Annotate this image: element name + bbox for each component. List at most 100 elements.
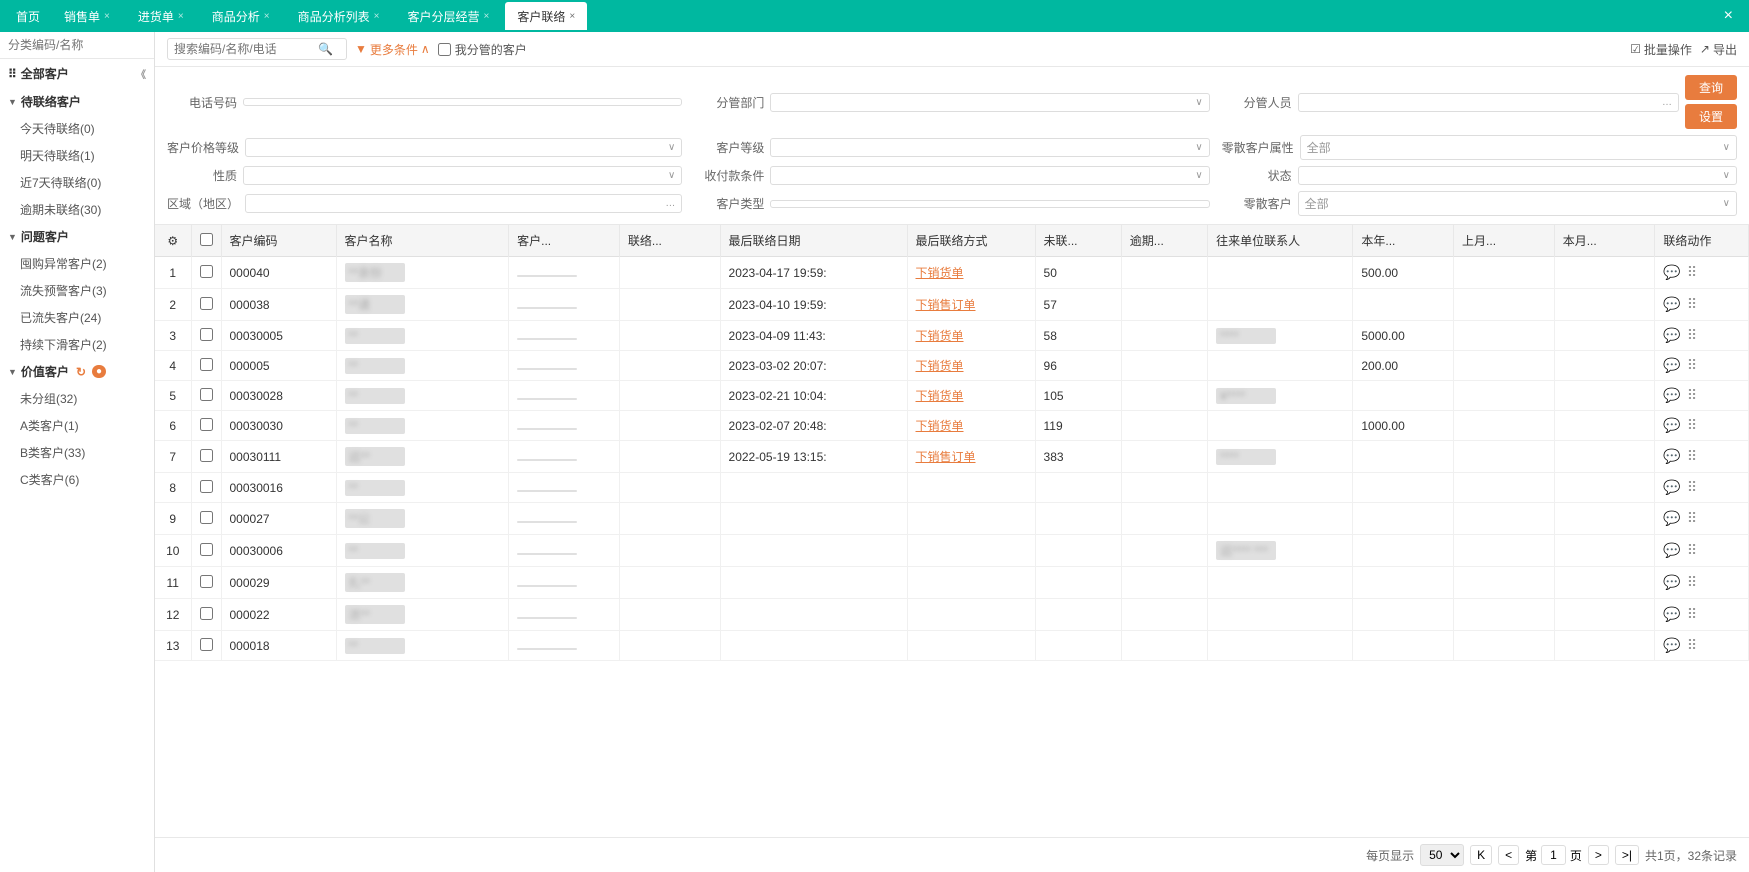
method-link[interactable]: 下销售订单 bbox=[916, 298, 976, 312]
region-select[interactable]: … bbox=[245, 194, 682, 213]
chat-icon[interactable]: 💬 bbox=[1663, 417, 1680, 434]
row-method[interactable]: 下销货单 bbox=[907, 411, 1035, 441]
row-check[interactable] bbox=[191, 473, 221, 503]
nav-tab-analysis[interactable]: 商品分析 × bbox=[200, 2, 282, 30]
close-tab-customer-contact[interactable]: × bbox=[569, 11, 575, 22]
sidebar-overdue-pending[interactable]: 逾期未联络(30) bbox=[0, 196, 154, 223]
row-method[interactable]: 下销售订单 bbox=[907, 441, 1035, 473]
row-check[interactable] bbox=[191, 351, 221, 381]
close-tab-analysis-list[interactable]: × bbox=[374, 11, 380, 22]
retail-customer-select[interactable]: 全部 ∨ bbox=[1298, 191, 1737, 216]
chat-icon[interactable]: 💬 bbox=[1663, 606, 1680, 623]
select-all-checkbox[interactable] bbox=[200, 233, 213, 246]
method-link[interactable]: 下销货单 bbox=[916, 329, 964, 343]
row-checkbox[interactable] bbox=[200, 328, 213, 341]
method-link[interactable]: 下销货单 bbox=[916, 359, 964, 373]
status-select[interactable]: ∨ bbox=[1298, 166, 1737, 185]
my-customers-check[interactable] bbox=[438, 43, 451, 56]
nav-home[interactable]: 首页 bbox=[8, 8, 48, 25]
sidebar-value-group[interactable]: ▼ 价值客户 ↻ ● bbox=[0, 358, 154, 385]
row-check[interactable] bbox=[191, 441, 221, 473]
chat-icon[interactable]: 💬 bbox=[1663, 448, 1680, 465]
chat-icon[interactable]: 💬 bbox=[1663, 542, 1680, 559]
more-action-icon[interactable]: ⠿ bbox=[1687, 357, 1697, 374]
chat-icon[interactable]: 💬 bbox=[1663, 387, 1680, 404]
chat-icon[interactable]: 💬 bbox=[1663, 637, 1680, 654]
chat-icon[interactable]: 💬 bbox=[1663, 479, 1680, 496]
row-check[interactable] bbox=[191, 599, 221, 631]
close-tab-purchase[interactable]: × bbox=[178, 11, 184, 22]
sidebar-flow[interactable]: 流失预警客户(3) bbox=[0, 277, 154, 304]
customer-level-select[interactable]: ∨ bbox=[770, 138, 1209, 157]
more-action-icon[interactable]: ⠿ bbox=[1687, 479, 1697, 496]
close-all-tabs[interactable]: × bbox=[1716, 7, 1741, 25]
row-check[interactable] bbox=[191, 503, 221, 535]
sidebar-abnormal[interactable]: 囤购异常客户(2) bbox=[0, 250, 154, 277]
more-action-icon[interactable]: ⠿ bbox=[1687, 510, 1697, 527]
export-btn[interactable]: ↗ 导出 bbox=[1700, 41, 1737, 58]
row-check[interactable] bbox=[191, 289, 221, 321]
reset-button[interactable]: 设置 bbox=[1685, 104, 1737, 129]
row-checkbox[interactable] bbox=[200, 480, 213, 493]
nav-tab-sales[interactable]: 销售单 × bbox=[52, 2, 122, 30]
more-action-icon[interactable]: ⠿ bbox=[1687, 637, 1697, 654]
more-action-icon[interactable]: ⠿ bbox=[1687, 327, 1697, 344]
chat-icon[interactable]: 💬 bbox=[1663, 357, 1680, 374]
chat-icon[interactable]: 💬 bbox=[1663, 296, 1680, 313]
sidebar-today-pending[interactable]: 今天待联络(0) bbox=[0, 115, 154, 142]
row-check[interactable] bbox=[191, 411, 221, 441]
method-link[interactable]: 下销货单 bbox=[916, 419, 964, 433]
row-check[interactable] bbox=[191, 381, 221, 411]
sidebar-not-grouped[interactable]: 未分组(32) bbox=[0, 385, 154, 412]
first-page-btn[interactable]: K bbox=[1470, 845, 1492, 865]
row-check[interactable] bbox=[191, 257, 221, 289]
collapse-icon[interactable]: 《 bbox=[136, 66, 146, 81]
more-action-icon[interactable]: ⠿ bbox=[1687, 417, 1697, 434]
prev-page-btn[interactable]: < bbox=[1498, 845, 1519, 865]
row-checkbox[interactable] bbox=[200, 265, 213, 278]
row-check[interactable] bbox=[191, 631, 221, 661]
method-link[interactable]: 下销货单 bbox=[916, 266, 964, 280]
payment-select[interactable]: ∨ bbox=[770, 166, 1209, 185]
row-checkbox[interactable] bbox=[200, 638, 213, 651]
close-tab-sales[interactable]: × bbox=[104, 11, 110, 22]
query-button[interactable]: 查询 bbox=[1685, 75, 1737, 100]
row-method[interactable]: 下销货单 bbox=[907, 321, 1035, 351]
sidebar-c-customers[interactable]: C类客户(6) bbox=[0, 466, 154, 493]
search-input[interactable] bbox=[174, 42, 314, 56]
price-level-select[interactable]: ∨ bbox=[245, 138, 682, 157]
nav-tab-purchase[interactable]: 进货单 × bbox=[126, 2, 196, 30]
search-icon[interactable]: 🔍 bbox=[318, 42, 333, 56]
sidebar-tomorrow-pending[interactable]: 明天待联络(1) bbox=[0, 142, 154, 169]
method-link[interactable]: 下销售订单 bbox=[916, 450, 976, 464]
chat-icon[interactable]: 💬 bbox=[1663, 264, 1680, 281]
per-page-select[interactable]: 50 bbox=[1420, 844, 1464, 866]
more-action-icon[interactable]: ⠿ bbox=[1687, 264, 1697, 281]
manager-input[interactable]: … bbox=[1298, 93, 1679, 112]
more-action-icon[interactable]: ⠿ bbox=[1687, 574, 1697, 591]
sidebar-problem-group[interactable]: ▼ 问题客户 bbox=[0, 223, 154, 250]
row-method[interactable]: 下销货单 bbox=[907, 257, 1035, 289]
sidebar-all-customers[interactable]: ⠿ 全部客户 《 bbox=[0, 59, 154, 88]
method-link[interactable]: 下销货单 bbox=[916, 389, 964, 403]
row-method[interactable]: 下销货单 bbox=[907, 351, 1035, 381]
row-method[interactable]: 下销售订单 bbox=[907, 289, 1035, 321]
retail-attr-select[interactable]: 全部 ∨ bbox=[1300, 135, 1737, 160]
sidebar-search-input[interactable] bbox=[8, 38, 155, 52]
more-conditions-btn[interactable]: ▼ 更多条件 ∧ bbox=[355, 41, 430, 58]
row-checkbox[interactable] bbox=[200, 607, 213, 620]
nav-tab-customer-mgmt[interactable]: 客户分层经营 × bbox=[395, 2, 501, 30]
sidebar-b-customers[interactable]: B类客户(33) bbox=[0, 439, 154, 466]
batch-op-btn[interactable]: ☑ 批量操作 bbox=[1630, 41, 1692, 58]
more-action-icon[interactable]: ⠿ bbox=[1687, 387, 1697, 404]
sidebar-keep[interactable]: 持续下滑客户(2) bbox=[0, 331, 154, 358]
phone-input[interactable] bbox=[243, 98, 682, 106]
my-customers-checkbox[interactable]: 我分管的客户 bbox=[438, 41, 527, 58]
th-settings[interactable]: ⚙ bbox=[155, 225, 191, 257]
nav-tab-customer-contact[interactable]: 客户联络 × bbox=[505, 2, 587, 30]
sidebar-pending-group[interactable]: ▼ 待联络客户 bbox=[0, 88, 154, 115]
more-action-icon[interactable]: ⠿ bbox=[1687, 448, 1697, 465]
next-page-btn[interactable]: > bbox=[1588, 845, 1609, 865]
nav-tab-analysis-list[interactable]: 商品分析列表 × bbox=[286, 2, 392, 30]
settings-icon[interactable]: ⚙ bbox=[167, 234, 178, 248]
